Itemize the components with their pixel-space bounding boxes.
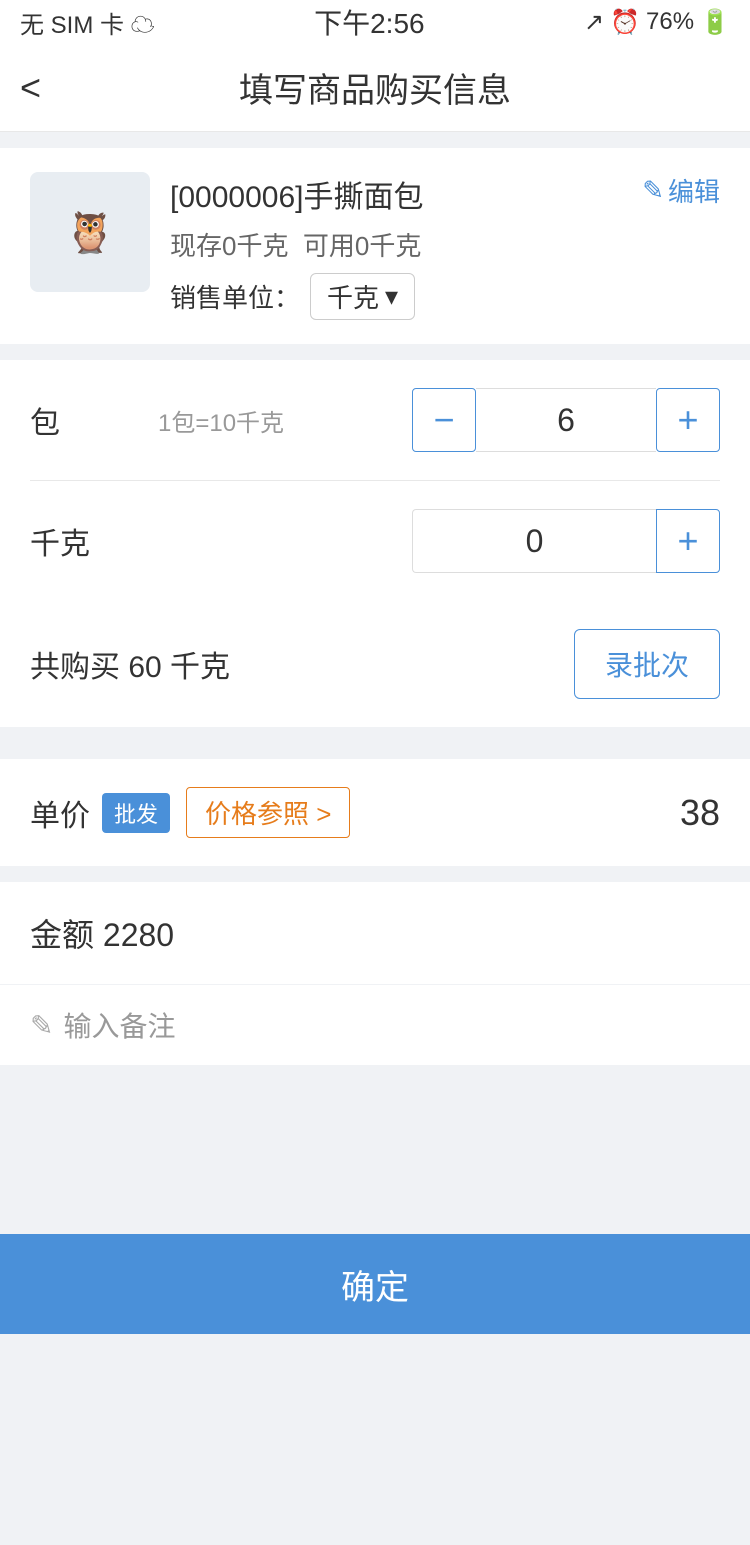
note-placeholder: 输入备注 [63, 1005, 175, 1045]
sim-status: 无 SIM 卡 ☁ [20, 5, 155, 40]
confirm-bar[interactable]: 确定 [0, 1234, 750, 1334]
price-section: 单价 批发 价格参照 > 38 [0, 759, 750, 866]
note-row[interactable]: ✎ 输入备注 [0, 984, 750, 1065]
unit-label: 销售单位： [170, 278, 300, 315]
pack-sublabel: 1包=10千克 [158, 403, 412, 438]
product-thumbnail: 🦉 [30, 172, 150, 292]
battery-status: 76% [646, 8, 694, 36]
section-divider-1 [0, 344, 750, 360]
kg-quantity-input[interactable] [412, 509, 656, 573]
pack-quantity-input[interactable] [476, 388, 656, 452]
pack-label: 包 [30, 398, 150, 442]
location-icon: ↗ [584, 8, 604, 37]
product-stock: 现存0千克 可用0千克 [170, 226, 720, 263]
pack-controls: − + [412, 388, 720, 452]
dropdown-icon: ▾ [385, 281, 398, 312]
edit-button[interactable]: ✎ 编辑 [642, 172, 720, 209]
price-value: 38 [680, 792, 720, 834]
pack-decrease-button[interactable]: − [412, 388, 476, 452]
price-tag: 批发 [102, 793, 170, 833]
summary-section: 共购买 60 千克 录批次 [0, 601, 750, 727]
pack-row: 包 1包=10千克 − + [30, 360, 720, 481]
kg-row: 千克 + [30, 481, 720, 601]
summary-text: 共购买 60 千克 [30, 642, 230, 686]
kg-controls: + [412, 509, 720, 573]
back-button[interactable]: < [20, 67, 41, 109]
amount-row: 金额 2280 [0, 882, 750, 984]
status-time: 下午2:56 [314, 2, 425, 42]
status-bar: 无 SIM 卡 ☁ 下午2:56 ↗ ⏰ 76% 🔋 [0, 0, 750, 44]
price-label: 单价 [30, 791, 90, 835]
page-title: 填写商品购买信息 [239, 63, 511, 112]
batch-button[interactable]: 录批次 [574, 629, 720, 699]
edit-icon: ✎ [642, 175, 664, 206]
pack-increase-button[interactable]: + [656, 388, 720, 452]
amount-value: 2280 [103, 917, 174, 953]
product-logo: 🦉 [65, 209, 115, 256]
unit-selector[interactable]: 千克 ▾ [310, 273, 415, 320]
alarm-icon: ⏰ [610, 8, 640, 37]
product-info: [0000006]手撕面包 现存0千克 可用0千克 销售单位： 千克 ▾ [170, 172, 720, 320]
kg-increase-button[interactable]: + [656, 509, 720, 573]
product-name: [0000006]手撕面包 [170, 172, 720, 216]
pencil-icon: ✎ [30, 1009, 53, 1042]
product-card: 🦉 [0000006]手撕面包 现存0千克 可用0千克 销售单位： 千克 ▾ [0, 148, 750, 344]
battery-icon: 🔋 [700, 8, 730, 37]
price-ref-button[interactable]: 价格参照 > [186, 787, 350, 838]
kg-label: 千克 [30, 519, 150, 563]
section-divider-2 [0, 727, 750, 743]
nav-bar: < 填写商品购买信息 [0, 44, 750, 132]
status-left: 无 SIM 卡 ☁ [20, 5, 155, 40]
confirm-button[interactable]: 确定 [341, 1260, 409, 1309]
quantity-section: 包 1包=10千克 − + 千克 + [0, 360, 750, 601]
amount-label: 金额 [30, 917, 94, 953]
product-unit-row: 销售单位： 千克 ▾ [170, 273, 720, 320]
status-right: ↗ ⏰ 76% 🔋 [584, 8, 730, 37]
